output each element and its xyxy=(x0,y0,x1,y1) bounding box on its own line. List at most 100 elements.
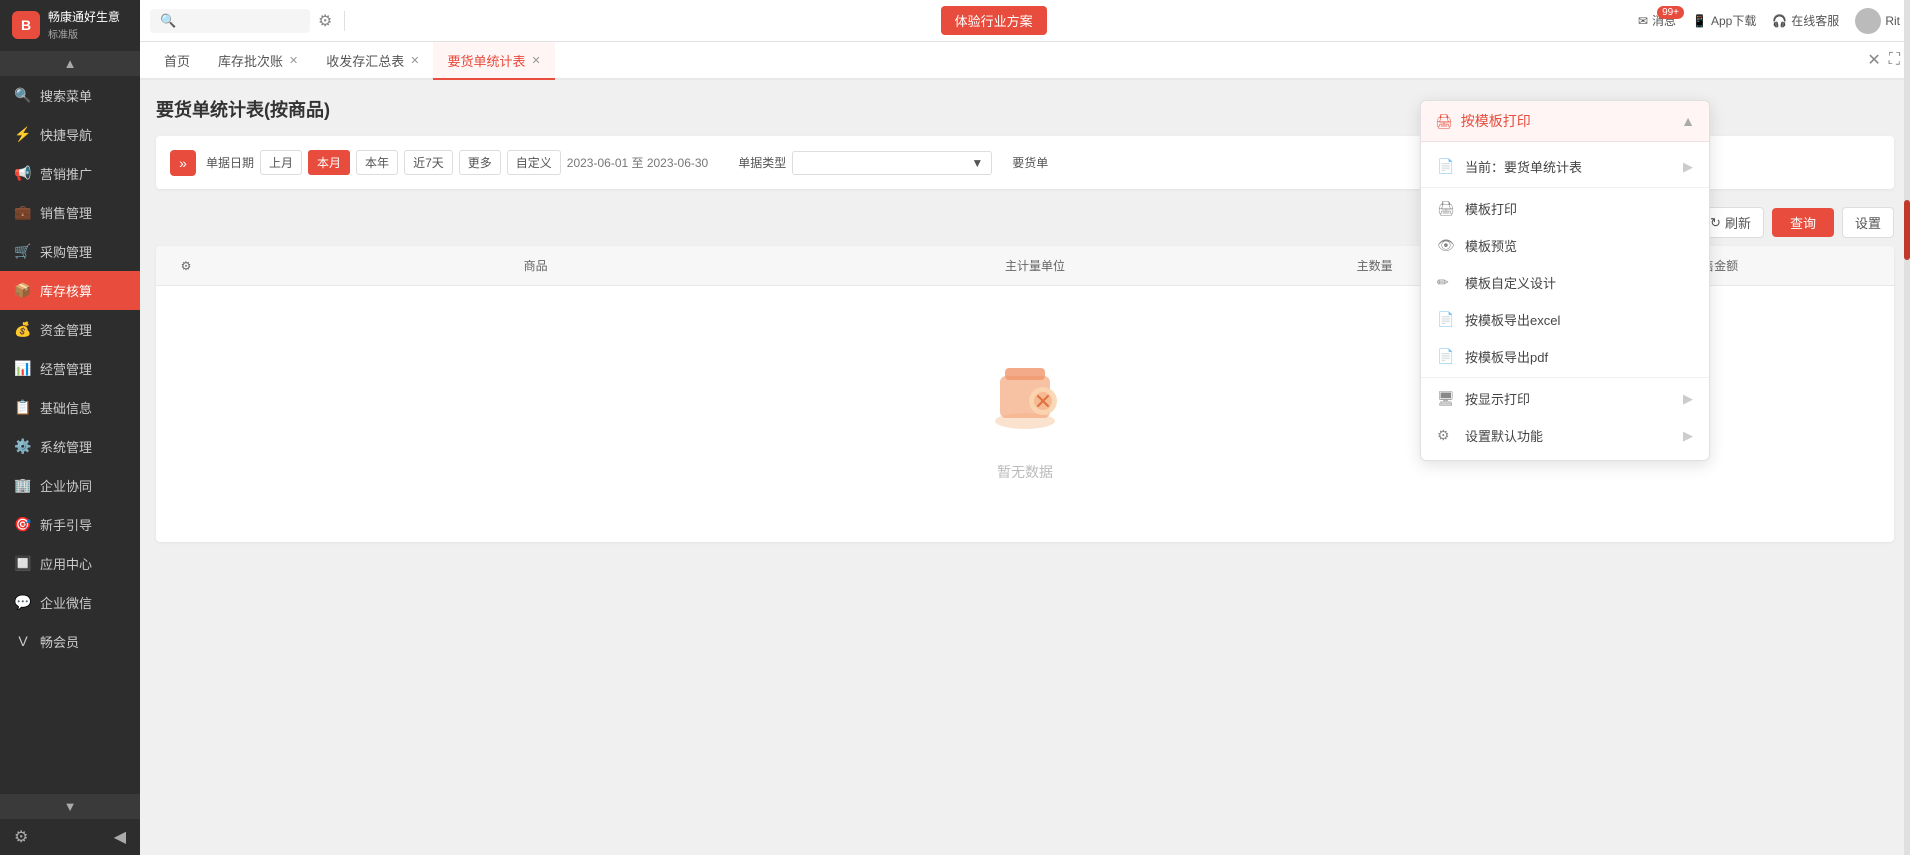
sidebar-footer: ⚙ ◀ xyxy=(0,818,140,855)
sidebar-item-label: 新手引导 xyxy=(40,515,92,534)
topbar-right: ✉ 消息 99+ 📱 App下载 🎧 在线客服 Rit xyxy=(1638,8,1900,34)
tab-order-stats-close[interactable]: ✕ xyxy=(532,54,541,67)
logo-icon: B xyxy=(12,11,40,39)
sidebar-item-finance[interactable]: 💰 资金管理 xyxy=(0,310,140,349)
dropdown-item-template-print[interactable]: 🖨 模板打印 xyxy=(1421,190,1709,227)
username-label: Rit xyxy=(1885,14,1900,28)
dropdown-display-print[interactable]: 🖥 按显示打印 ▶ xyxy=(1421,380,1709,417)
logo-text: 畅康通好生意 标准版 xyxy=(48,10,120,41)
refresh-icon: ↻ xyxy=(1710,215,1721,231)
message-icon: ✉ xyxy=(1638,14,1648,28)
dropdown-section: 📄 当前：要货单统计表 ▶ 🖨 模板打印 👁 模板预览 ✏ 模板自定义设计 xyxy=(1421,142,1709,460)
sidebar-item-system[interactable]: ⚙️ 系统管理 xyxy=(0,427,140,466)
dropdown-default-function[interactable]: ⚙ 设置默认功能 ▶ xyxy=(1421,417,1709,454)
messages-btn[interactable]: ✉ 消息 99+ xyxy=(1638,12,1676,29)
tab-batch-accounts-close[interactable]: ✕ xyxy=(289,54,298,67)
headset-icon: 🎧 xyxy=(1772,14,1787,28)
dropdown-close-btn[interactable]: ▲ xyxy=(1681,113,1695,129)
tab-batch-accounts[interactable]: 库存批次账 ✕ xyxy=(204,42,312,80)
sidebar-nav: 🔍 搜索菜单 ⚡ 快捷导航 📢 营销推广 💼 销售管理 🛒 采购管理 📦 库存核… xyxy=(0,76,140,794)
template-preview-icon: 👁 xyxy=(1437,237,1455,254)
date-btn-7days[interactable]: 近7天 xyxy=(404,150,453,175)
sidebar-item-search[interactable]: 🔍 搜索菜单 xyxy=(0,76,140,115)
user-avatar[interactable]: Rit xyxy=(1855,8,1900,34)
sidebar-item-quick-nav[interactable]: ⚡ 快捷导航 xyxy=(0,115,140,154)
topbar-search-box[interactable]: 🔍 xyxy=(150,9,310,33)
tab-home-label: 首页 xyxy=(164,51,190,70)
date-btn-this-month[interactable]: 本月 xyxy=(308,150,350,175)
filter-expand-btn[interactable]: » xyxy=(170,150,196,176)
dropdown-header[interactable]: 🖨 按模板打印 ▲ xyxy=(1421,101,1709,142)
sidebar-scroll-down[interactable]: ▼ xyxy=(0,794,140,818)
expand-window-btn[interactable]: ⛶ xyxy=(1889,51,1900,69)
date-range: 2023-06-01 至 2023-06-30 xyxy=(567,154,708,171)
tab-order-stats[interactable]: 要货单统计表 ✕ xyxy=(433,42,554,80)
date-btn-more[interactable]: 更多 xyxy=(459,150,501,175)
avatar-img xyxy=(1855,8,1881,34)
type-filter-label: 单据类型 xyxy=(738,154,786,171)
online-support-btn[interactable]: 🎧 在线客服 xyxy=(1772,12,1839,29)
sidebar: B 畅康通好生意 标准版 ▲ 🔍 搜索菜单 ⚡ 快捷导航 📢 营销推广 💼 销售… xyxy=(0,0,140,855)
sidebar-item-label: 应用中心 xyxy=(40,554,92,573)
right-scrollbar[interactable] xyxy=(1904,0,1910,855)
settings-btn[interactable]: 设置 xyxy=(1842,207,1894,238)
main-area: 🔍 ⚙ 体验行业方案 ✉ 消息 99+ 📱 App下载 🎧 在线客服 Rit xyxy=(140,0,1910,855)
operations-icon: 📊 xyxy=(14,359,32,377)
date-btn-last-month[interactable]: 上月 xyxy=(260,150,302,175)
tab-home[interactable]: 首页 xyxy=(150,42,204,80)
purchase-icon: 🛒 xyxy=(14,242,32,260)
enterprise-icon: 🏢 xyxy=(14,476,32,494)
chevron-right-icon: ▶ xyxy=(1683,159,1693,175)
dropdown-item-export-pdf[interactable]: 📄 按模板导出pdf xyxy=(1421,338,1709,375)
sound-icon[interactable]: ◀ xyxy=(114,827,126,847)
app-download-btn[interactable]: 📱 App下载 xyxy=(1692,12,1756,29)
sidebar-item-label: 企业协同 xyxy=(40,476,92,495)
sidebar-item-wechat[interactable]: 💬 企业微信 xyxy=(0,583,140,622)
dropdown-item-template-preview[interactable]: 👁 模板预览 xyxy=(1421,227,1709,264)
sidebar-item-vip[interactable]: V 畅会员 xyxy=(0,622,140,661)
template-print-dropdown: 🖨 按模板打印 ▲ 📄 当前：要货单统计表 ▶ 🖨 模板打印 xyxy=(1420,100,1710,461)
sidebar-item-enterprise[interactable]: 🏢 企业协同 xyxy=(0,466,140,505)
sidebar-item-label: 基础信息 xyxy=(40,398,92,417)
sidebar-item-sales[interactable]: 💼 销售管理 xyxy=(0,193,140,232)
sidebar-scroll-up[interactable]: ▲ xyxy=(0,52,140,76)
marketing-icon: 📢 xyxy=(14,164,32,182)
close-window-btn[interactable]: ✕ xyxy=(1867,50,1880,70)
settings-gear-icon[interactable]: ⚙ xyxy=(318,11,332,31)
sidebar-item-inventory[interactable]: 📦 库存核算 xyxy=(0,271,140,310)
search-icon: 🔍 xyxy=(160,13,176,29)
sidebar-item-label: 营销推广 xyxy=(40,164,92,183)
display-print-icon: 🖥 xyxy=(1437,390,1455,407)
template-preview-label: 模板预览 xyxy=(1465,236,1517,255)
template-print-icon: 🖨 xyxy=(1437,200,1455,217)
chevron-right-icon-2: ▶ xyxy=(1683,391,1693,407)
tab-batch-accounts-label: 库存批次账 xyxy=(218,51,283,70)
sidebar-item-apps[interactable]: 🔲 应用中心 xyxy=(0,544,140,583)
settings-icon[interactable]: ⚙ xyxy=(14,827,28,847)
chevron-down-icon: ▼ xyxy=(971,156,983,170)
messages-badge: 99+ xyxy=(1657,6,1684,19)
logo-area: B 畅康通好生意 标准版 xyxy=(0,0,140,52)
dropdown-current-template[interactable]: 📄 当前：要货单统计表 ▶ xyxy=(1421,148,1709,185)
th-settings[interactable]: ⚙ xyxy=(166,259,206,273)
topbar: 🔍 ⚙ 体验行业方案 ✉ 消息 99+ 📱 App下载 🎧 在线客服 Rit xyxy=(140,0,1910,42)
date-btn-custom[interactable]: 自定义 xyxy=(507,150,561,175)
sidebar-item-label: 畅会员 xyxy=(40,632,79,651)
sidebar-item-label: 经营管理 xyxy=(40,359,92,378)
query-btn[interactable]: 查询 xyxy=(1772,208,1834,237)
dropdown-item-template-custom[interactable]: ✏ 模板自定义设计 xyxy=(1421,264,1709,301)
tab-collection-summary[interactable]: 收发存汇总表 ✕ xyxy=(312,42,433,80)
sidebar-item-basics[interactable]: 📋 基础信息 xyxy=(0,388,140,427)
sidebar-item-marketing[interactable]: 📢 营销推广 xyxy=(0,154,140,193)
sidebar-item-operations[interactable]: 📊 经营管理 xyxy=(0,349,140,388)
industry-btn[interactable]: 体验行业方案 xyxy=(941,6,1047,35)
date-btn-this-year[interactable]: 本年 xyxy=(356,150,398,175)
tab-collection-summary-close[interactable]: ✕ xyxy=(410,54,419,67)
sidebar-item-purchase[interactable]: 🛒 采购管理 xyxy=(0,232,140,271)
sidebar-item-guide[interactable]: 🎯 新手引导 xyxy=(0,505,140,544)
basics-icon: 📋 xyxy=(14,398,32,416)
dropdown-item-export-excel[interactable]: 📄 按模板导出excel xyxy=(1421,301,1709,338)
order-type-label: 要货单 xyxy=(1012,154,1048,171)
topbar-search-input[interactable] xyxy=(182,14,282,28)
type-filter-select[interactable]: ▼ xyxy=(792,151,992,175)
